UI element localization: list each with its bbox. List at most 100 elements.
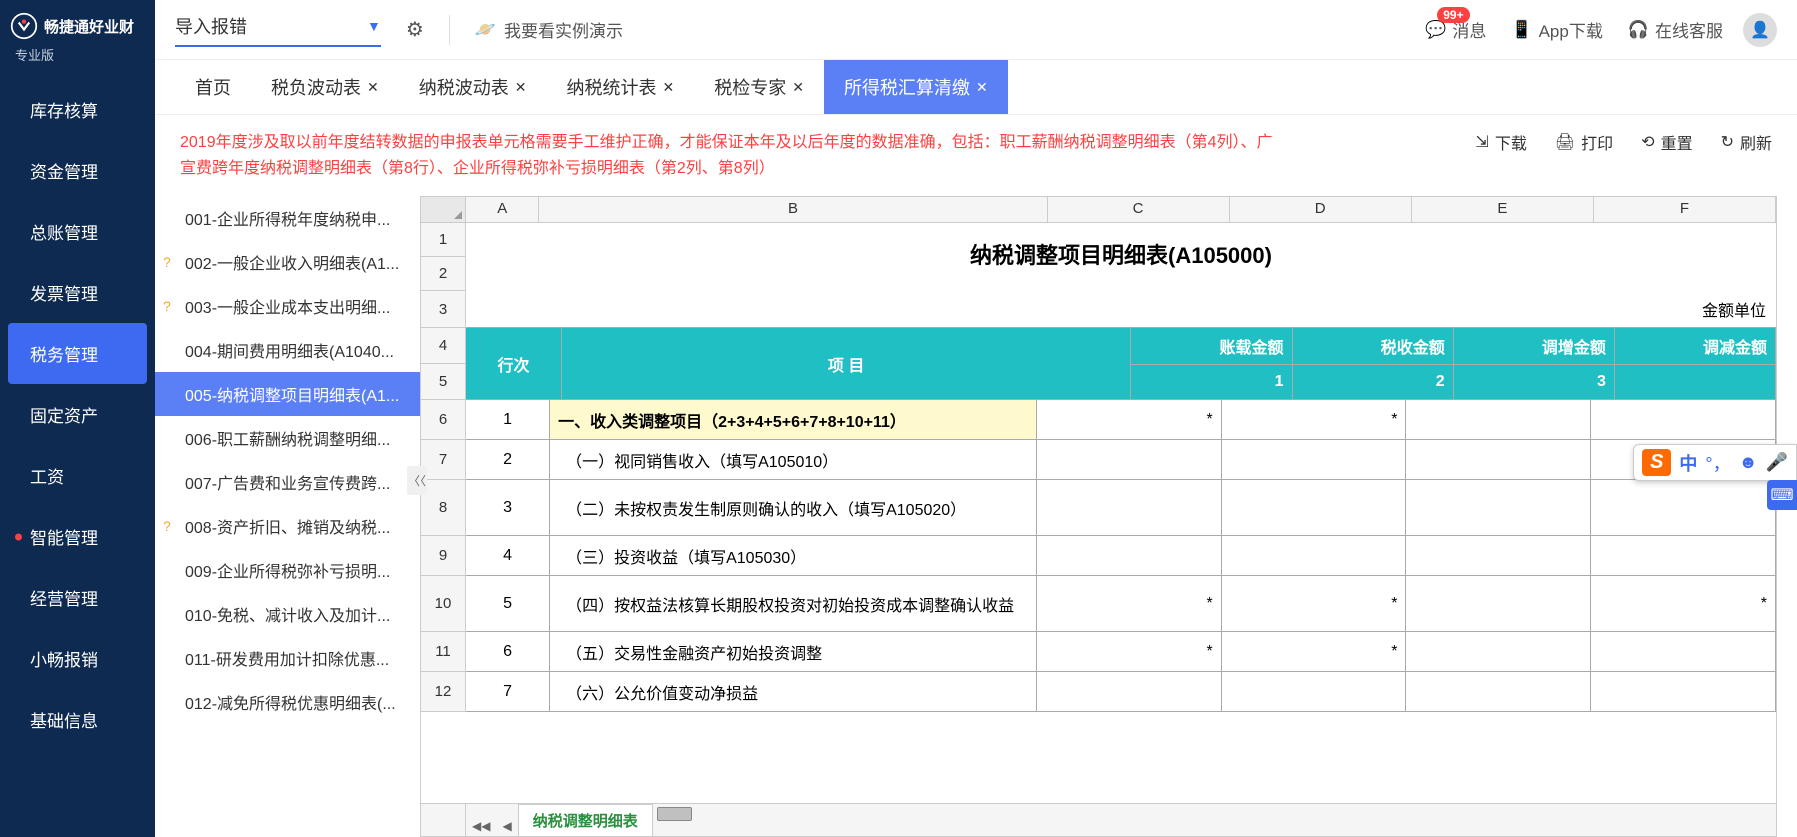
sidebar-item[interactable]: 固定资产: [0, 384, 155, 445]
cell[interactable]: [1222, 536, 1407, 576]
cell[interactable]: （二）未按权责发生制原则确认的收入（填写A105020）: [550, 480, 1037, 536]
sidebar-item[interactable]: 经营管理: [0, 567, 155, 628]
form-list-item[interactable]: 001-企业所得税年度纳税申...: [155, 196, 420, 240]
cell[interactable]: 项 目: [562, 328, 1131, 400]
cell[interactable]: （一）视同销售收入（填写A105010）: [550, 440, 1037, 480]
row-header[interactable]: 12: [421, 672, 466, 712]
cell[interactable]: [1406, 672, 1591, 712]
form-list-item[interactable]: ?002-一般企业收入明细表(A1...: [155, 240, 420, 284]
ime-toolbar[interactable]: S 中 °， ☻ 🎤: [1633, 444, 1797, 481]
cell[interactable]: [1406, 632, 1591, 672]
help-icon[interactable]: ?: [163, 518, 171, 534]
row-header[interactable]: 4: [421, 328, 466, 364]
app-download-button[interactable]: 📱 App下载: [1511, 17, 1602, 42]
row-header[interactable]: 11: [421, 632, 466, 672]
cell[interactable]: *: [1037, 632, 1222, 672]
cell[interactable]: 行次: [466, 328, 562, 400]
online-service-button[interactable]: 🎧 在线客服: [1628, 17, 1723, 42]
cell[interactable]: [1615, 365, 1776, 400]
row-header[interactable]: 5: [421, 364, 466, 400]
cell[interactable]: *: [1591, 576, 1776, 632]
cell[interactable]: 7: [466, 672, 550, 712]
cell[interactable]: [1222, 480, 1407, 536]
download-button[interactable]: ⇲下载: [1475, 130, 1526, 154]
print-button[interactable]: 🖨打印: [1555, 130, 1613, 154]
cell[interactable]: （四）按权益法核算长期股权投资对初始投资成本调整确认收益: [550, 576, 1037, 632]
cell[interactable]: [1406, 536, 1591, 576]
cell[interactable]: *: [1222, 632, 1407, 672]
form-list-item[interactable]: 009-企业所得税弥补亏损明...: [155, 548, 420, 592]
col-header[interactable]: F: [1594, 197, 1776, 223]
cell[interactable]: 一、收入类调整项目（2+3+4+5+6+7+8+10+11）: [550, 400, 1037, 440]
tab[interactable]: 纳税波动表✕: [399, 60, 547, 114]
cell[interactable]: [1222, 440, 1407, 480]
cell[interactable]: 调增金额: [1454, 328, 1615, 365]
scrollbar-thumb[interactable]: [657, 807, 692, 821]
cell[interactable]: [1406, 400, 1591, 440]
cell[interactable]: 4: [466, 536, 550, 576]
cell[interactable]: [1406, 440, 1591, 480]
cell[interactable]: 2: [466, 440, 550, 480]
col-header[interactable]: E: [1412, 197, 1594, 223]
sheet-nav-first[interactable]: ◀◀: [466, 816, 496, 836]
sidebar-item[interactable]: 工资: [0, 445, 155, 506]
col-header[interactable]: C: [1048, 197, 1230, 223]
sidebar-item[interactable]: 基础信息: [0, 689, 155, 750]
cell[interactable]: （六）公允价值变动净损益: [550, 672, 1037, 712]
sheet-body[interactable]: 12纳税调整项目明细表(A105000)3金额单位45行次项 目账载金额税收金额…: [421, 223, 1776, 803]
close-icon[interactable]: ✕: [515, 79, 527, 96]
cell[interactable]: [1591, 672, 1776, 712]
cell[interactable]: [1222, 672, 1407, 712]
row-header[interactable]: 9: [421, 536, 466, 576]
sidebar-item[interactable]: 总账管理: [0, 201, 155, 262]
col-header[interactable]: D: [1230, 197, 1412, 223]
refresh-button[interactable]: ↻刷新: [1721, 130, 1772, 154]
sheet-tab[interactable]: 纳税调整明细表: [518, 804, 653, 836]
cell[interactable]: [1591, 536, 1776, 576]
cell[interactable]: （三）投资收益（填写A105030）: [550, 536, 1037, 576]
row-header[interactable]: 10: [421, 576, 466, 632]
tab[interactable]: 所得税汇算清缴✕: [824, 60, 1008, 114]
cell[interactable]: [1037, 480, 1222, 536]
cell[interactable]: 账载金额: [1131, 328, 1292, 365]
cell[interactable]: 3: [466, 480, 550, 536]
col-header[interactable]: B: [539, 197, 1047, 223]
avatar[interactable]: 👤: [1743, 13, 1777, 47]
row-header[interactable]: 3: [421, 291, 466, 328]
cell[interactable]: 2: [1293, 365, 1454, 400]
reset-button[interactable]: ⟲重置: [1641, 130, 1692, 154]
row-header[interactable]: 6: [421, 400, 466, 440]
close-icon[interactable]: ✕: [792, 79, 804, 96]
form-list-item[interactable]: 012-减免所得税优惠明细表(...: [155, 680, 420, 724]
cell[interactable]: 1: [466, 400, 550, 440]
tab[interactable]: 税检专家✕: [694, 60, 824, 114]
sidebar-item[interactable]: 资金管理: [0, 140, 155, 201]
cell[interactable]: *: [1037, 576, 1222, 632]
form-list-item[interactable]: 005-纳税调整项目明细表(A1...: [155, 372, 420, 416]
close-icon[interactable]: ✕: [367, 79, 379, 96]
cell[interactable]: [1591, 632, 1776, 672]
messages-button[interactable]: 99+ 💬 消息: [1425, 17, 1486, 42]
cell[interactable]: 6: [466, 632, 550, 672]
row-header[interactable]: 2: [421, 257, 466, 291]
cell[interactable]: [1591, 400, 1776, 440]
form-list-item[interactable]: 007-广告费和业务宣传费跨...: [155, 460, 420, 504]
cell[interactable]: *: [1222, 400, 1407, 440]
cell[interactable]: 5: [466, 576, 550, 632]
help-icon[interactable]: ?: [163, 254, 171, 270]
row-header[interactable]: 8: [421, 480, 466, 536]
cell[interactable]: [1037, 536, 1222, 576]
ime-lang[interactable]: 中: [1679, 450, 1697, 476]
sidebar-item[interactable]: 库存核算: [0, 79, 155, 140]
ime-keyboard-icon[interactable]: ⌨: [1767, 480, 1797, 510]
cell[interactable]: [1406, 576, 1591, 632]
cell[interactable]: *: [1222, 576, 1407, 632]
sidebar-item[interactable]: 发票管理: [0, 262, 155, 323]
form-list-item[interactable]: 006-职工薪酬纳税调整明细...: [155, 416, 420, 460]
form-list-item[interactable]: 011-研发费用加计扣除优惠...: [155, 636, 420, 680]
cell[interactable]: 税收金额: [1293, 328, 1454, 365]
demo-link[interactable]: 🪐 我要看实例演示: [475, 17, 623, 42]
tab[interactable]: 首页: [175, 60, 251, 114]
close-icon[interactable]: ✕: [662, 79, 674, 96]
ime-emoji-icon[interactable]: ☻: [1739, 452, 1758, 473]
